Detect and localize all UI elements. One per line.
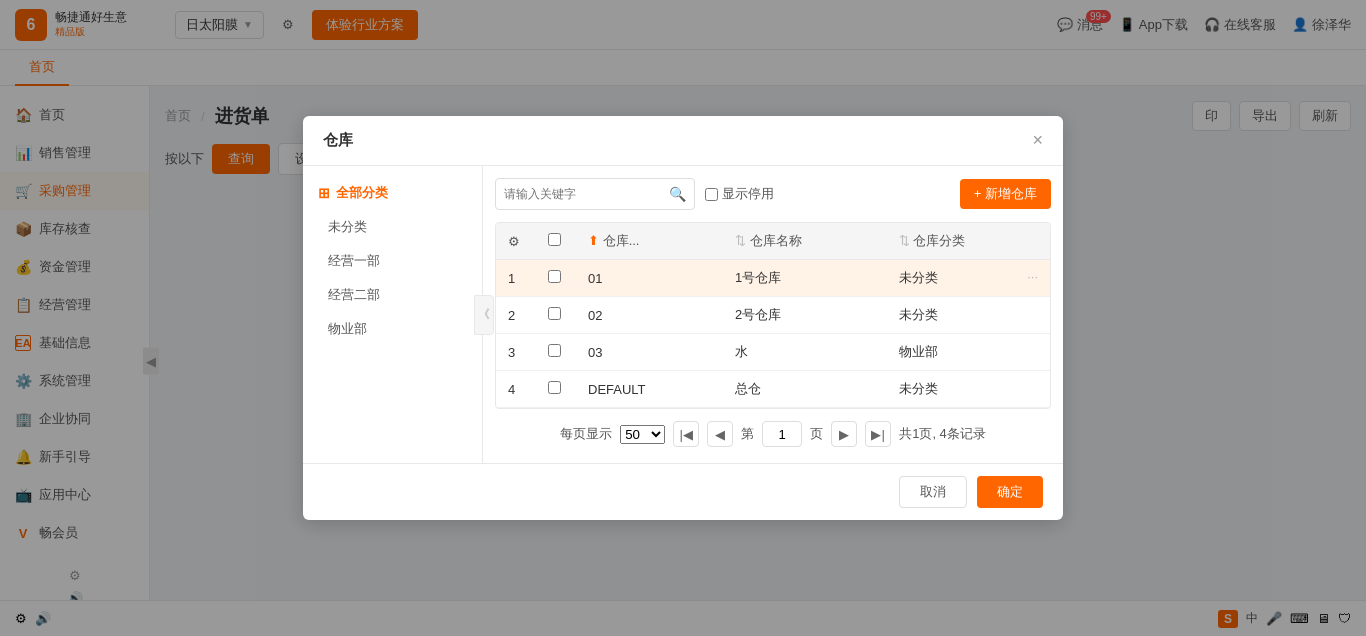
row-category: 物业部 bbox=[887, 334, 1050, 371]
row-checkbox-cell bbox=[536, 371, 576, 408]
next-page-btn[interactable]: ▶ bbox=[831, 421, 857, 447]
category-all-label: 全部分类 bbox=[336, 184, 388, 202]
settings-col-icon: ⚙ bbox=[508, 234, 520, 249]
category-dept2-label: 经营二部 bbox=[328, 287, 380, 302]
row-checkbox-cell bbox=[536, 297, 576, 334]
col-code-label: 仓库... bbox=[603, 233, 640, 248]
modal-body: ⊞ 全部分类 未分类 经营一部 经营二部 物业部 《 bbox=[303, 166, 1063, 463]
page-size-select[interactable]: 50 100 bbox=[620, 425, 665, 444]
sort-icon-name: ⇅ bbox=[735, 233, 746, 248]
row-category: 未分类 ··· bbox=[887, 260, 1050, 297]
col-name: ⇅ 仓库名称 bbox=[723, 223, 886, 260]
page-goto-label: 第 bbox=[741, 425, 754, 443]
last-page-btn[interactable]: ▶| bbox=[865, 421, 891, 447]
row-checkbox[interactable] bbox=[548, 270, 561, 283]
confirm-button[interactable]: 确定 bbox=[977, 476, 1043, 508]
panel-collapse-btn[interactable]: 《 bbox=[474, 295, 494, 335]
col-code: ⬆ 仓库... bbox=[576, 223, 723, 260]
modal-toolbar: 🔍 显示停用 + 新增仓库 bbox=[495, 178, 1051, 210]
categories-panel: ⊞ 全部分类 未分类 经营一部 经营二部 物业部 《 bbox=[303, 166, 483, 463]
row-category: 未分类 bbox=[887, 371, 1050, 408]
row-checkbox[interactable] bbox=[548, 344, 561, 357]
category-dept1-label: 经营一部 bbox=[328, 253, 380, 268]
modal-overlay: 仓库 × ⊞ 全部分类 未分类 经营一部 经营二部 bbox=[0, 0, 1366, 636]
row-checkbox-cell bbox=[536, 334, 576, 371]
first-page-btn[interactable]: |◀ bbox=[673, 421, 699, 447]
category-all[interactable]: ⊞ 全部分类 bbox=[303, 176, 482, 210]
show-disabled-checkbox[interactable] bbox=[705, 188, 718, 201]
table-header-row: ⚙ ⬆ 仓库... ⇅ bbox=[496, 223, 1050, 260]
modal-header: 仓库 × bbox=[303, 116, 1063, 166]
pagination: 每页显示 50 100 |◀ ◀ 第 页 ▶ ▶| 共1页, 4条记录 bbox=[495, 409, 1051, 451]
more-btn-0[interactable]: ··· bbox=[1027, 269, 1038, 284]
category-property[interactable]: 物业部 bbox=[303, 312, 482, 346]
table-panel: 🔍 显示停用 + 新增仓库 ⚙ bbox=[483, 166, 1063, 463]
row-checkbox[interactable] bbox=[548, 381, 561, 394]
row-code: 02 bbox=[576, 297, 723, 334]
row-code: DEFAULT bbox=[576, 371, 723, 408]
add-warehouse-button[interactable]: + 新增仓库 bbox=[960, 179, 1051, 209]
table-row[interactable]: 2 02 2号仓库 未分类 bbox=[496, 297, 1050, 334]
category-uncategorized[interactable]: 未分类 bbox=[303, 210, 482, 244]
show-disabled-label[interactable]: 显示停用 bbox=[705, 185, 774, 203]
page-word-label: 页 bbox=[810, 425, 823, 443]
row-index: 4 bbox=[496, 371, 536, 408]
category-uncategorized-label: 未分类 bbox=[328, 219, 367, 234]
col-category-label: 仓库分类 bbox=[913, 233, 965, 248]
search-icon: 🔍 bbox=[669, 186, 686, 202]
row-name: 2号仓库 bbox=[723, 297, 886, 334]
category-property-label: 物业部 bbox=[328, 321, 367, 336]
search-input[interactable] bbox=[504, 187, 669, 201]
total-info: 共1页, 4条记录 bbox=[899, 425, 986, 443]
warehouse-table: ⚙ ⬆ 仓库... ⇅ bbox=[495, 222, 1051, 409]
cancel-button[interactable]: 取消 bbox=[899, 476, 967, 508]
row-index: 1 bbox=[496, 260, 536, 297]
category-dept1[interactable]: 经营一部 bbox=[303, 244, 482, 278]
show-disabled-text: 显示停用 bbox=[722, 185, 774, 203]
col-checkbox bbox=[536, 223, 576, 260]
col-category: ⇅ 仓库分类 bbox=[887, 223, 1050, 260]
search-box: 🔍 bbox=[495, 178, 695, 210]
category-dept2[interactable]: 经营二部 bbox=[303, 278, 482, 312]
grid-icon: ⊞ bbox=[318, 185, 330, 201]
page-number-input[interactable] bbox=[762, 421, 802, 447]
col-name-label: 仓库名称 bbox=[750, 233, 802, 248]
modal-close-button[interactable]: × bbox=[1032, 130, 1043, 151]
row-checkbox[interactable] bbox=[548, 307, 561, 320]
row-name: 1号仓库 bbox=[723, 260, 886, 297]
select-all-checkbox[interactable] bbox=[548, 233, 561, 246]
page-size-label: 每页显示 bbox=[560, 425, 612, 443]
row-name: 水 bbox=[723, 334, 886, 371]
row-checkbox-cell bbox=[536, 260, 576, 297]
sort-icon-code: ⬆ bbox=[588, 233, 599, 248]
row-category: 未分类 bbox=[887, 297, 1050, 334]
prev-page-btn[interactable]: ◀ bbox=[707, 421, 733, 447]
row-index: 2 bbox=[496, 297, 536, 334]
col-settings: ⚙ bbox=[496, 223, 536, 260]
table-row[interactable]: 3 03 水 物业部 bbox=[496, 334, 1050, 371]
table-row[interactable]: 1 01 1号仓库 未分类 ··· bbox=[496, 260, 1050, 297]
row-code: 01 bbox=[576, 260, 723, 297]
table-row[interactable]: 4 DEFAULT 总仓 未分类 bbox=[496, 371, 1050, 408]
row-name: 总仓 bbox=[723, 371, 886, 408]
modal-title: 仓库 bbox=[323, 131, 353, 150]
row-index: 3 bbox=[496, 334, 536, 371]
modal-footer: 取消 确定 bbox=[303, 463, 1063, 520]
row-code: 03 bbox=[576, 334, 723, 371]
sort-icon-category: ⇅ bbox=[899, 233, 910, 248]
warehouse-modal: 仓库 × ⊞ 全部分类 未分类 经营一部 经营二部 bbox=[303, 116, 1063, 520]
